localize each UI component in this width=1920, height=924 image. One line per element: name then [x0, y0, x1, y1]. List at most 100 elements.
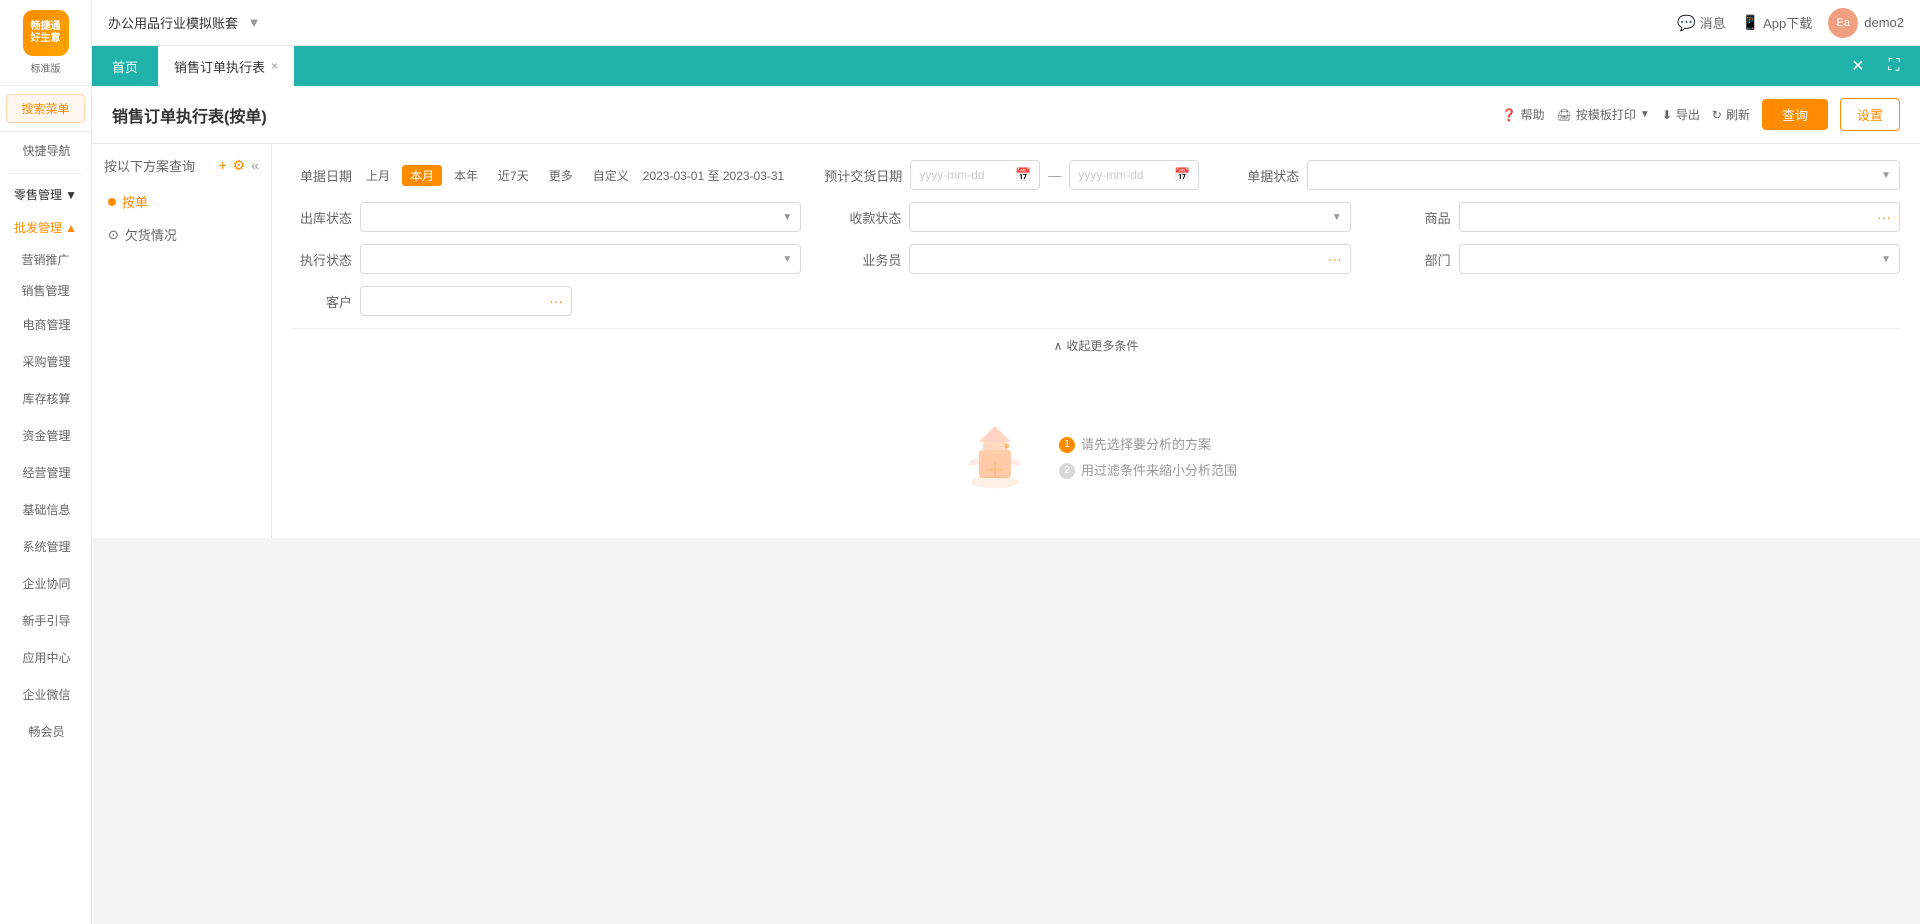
print-button[interactable]: 🖨 按模板打印 ▼ [1557, 106, 1650, 123]
page-actions: ❓ 帮助 🖨 按模板打印 ▼ ⬇ 导出 ↻ 刷新 查询 设置 [1502, 98, 1900, 131]
left-panel-title: 按以下方案查询 [104, 156, 195, 175]
logo-icon-text: 畅捷通好生意 [31, 21, 61, 45]
order-status-select[interactable]: ▼ [1307, 160, 1900, 190]
department-select[interactable]: ▼ [1459, 244, 1900, 274]
sidebar-item-marketing[interactable]: 营销推广 [0, 244, 91, 275]
customer-label: 客户 [292, 292, 352, 311]
refresh-button[interactable]: ↻ 刷新 [1712, 106, 1750, 123]
export-icon: ⬇ [1662, 108, 1672, 122]
sidebar-item-vip[interactable]: 畅会员 [0, 713, 91, 750]
query-button[interactable]: 查询 [1762, 99, 1828, 130]
sidebar-item-ecommerce[interactable]: 电商管理 [0, 306, 91, 343]
filter-row-3: 执行状态 ▼ 业务员 ··· [292, 244, 1900, 274]
empty-step-1: 1 请先选择要分析的方案 [1059, 432, 1237, 458]
execution-status-select[interactable]: ▼ [360, 244, 801, 274]
user-menu[interactable]: Ea demo2 [1828, 8, 1904, 38]
chevron-down-icon-dept: ▼ [1881, 254, 1891, 265]
date-tab-more[interactable]: 更多 [541, 165, 581, 186]
sidebar-item-newbie[interactable]: 新手引导 [0, 602, 91, 639]
sidebar-item-enterprise[interactable]: 企业协同 [0, 565, 91, 602]
download-icon: 📱 [1742, 14, 1759, 31]
filter-delivery-status: 出库状态 ▼ [292, 202, 801, 232]
scheme-active-dot [108, 198, 116, 206]
expected-date-label: 预计交货日期 [824, 166, 902, 185]
settings-scheme-icon[interactable]: ⚙ [233, 157, 246, 174]
filter-department: 部门 ▼ [1391, 244, 1900, 274]
goods-select[interactable]: ··· [1459, 202, 1900, 232]
date-tab-current-month[interactable]: 本月 [402, 165, 442, 186]
right-content: 单据日期 上月 本月 本年 近7天 更多 自定义 2023-03-01 [272, 144, 1920, 538]
date-tab-current-year[interactable]: 本年 [446, 165, 486, 186]
tab-bar-actions: ✕ ⛶ [1844, 52, 1920, 80]
more-icon-customer[interactable]: ··· [549, 293, 563, 309]
collapse-panel-icon[interactable]: « [251, 157, 259, 174]
search-menu-button[interactable]: 搜索菜单 [6, 94, 85, 123]
add-scheme-icon[interactable]: + [218, 157, 226, 174]
filter-salesperson: 业务员 ··· [841, 244, 1350, 274]
chevron-down-icon-delivery: ▼ [782, 212, 792, 223]
date-tab-custom[interactable]: 自定义 [585, 165, 637, 186]
chevron-down-icon: ▼ [65, 188, 77, 202]
scheme-item-按单[interactable]: 按单 [92, 185, 271, 218]
sidebar-item-appstore[interactable]: 应用中心 [0, 639, 91, 676]
salesperson-label: 业务员 [841, 250, 901, 269]
empty-state-area: 1 请先选择要分析的方案 2 用过滤条件来缩小分析范围 [272, 378, 1920, 538]
tab-maximize-button[interactable]: ⛶ [1880, 52, 1908, 80]
delivery-status-label: 出库状态 [292, 208, 352, 227]
tab-close-button[interactable]: × [271, 59, 278, 73]
sidebar-group-zero-retail: 零售管理 ▼ [0, 178, 91, 211]
date-tab-last-month[interactable]: 上月 [358, 165, 398, 186]
help-button[interactable]: ❓ 帮助 [1502, 106, 1545, 123]
sidebar-item-wechat[interactable]: 企业微信 [0, 676, 91, 713]
app-download-button[interactable]: 📱 App下载 [1742, 13, 1813, 32]
tab-bar: 首页 销售订单执行表 × ✕ ⛶ [92, 46, 1920, 86]
sidebar-item-purchase[interactable]: 采购管理 [0, 343, 91, 380]
empty-step-2: 2 用过滤条件来缩小分析范围 [1059, 458, 1237, 484]
sidebar-item-wholesale[interactable]: 批发管理 ▲ [0, 211, 91, 244]
expected-date-start-input[interactable]: yyyy-mm-dd 📅 [910, 160, 1040, 190]
calendar-icon-end: 📅 [1174, 167, 1190, 183]
more-icon-goods[interactable]: ··· [1877, 209, 1891, 225]
scheme-item-欠货情况[interactable]: ⊙ 欠货情况 [92, 218, 271, 251]
tab-active[interactable]: 销售订单执行表 × [158, 46, 294, 86]
sidebar-item-operations[interactable]: 经营管理 [0, 454, 91, 491]
page-body: 按以下方案查询 + ⚙ « 按单 ⊙ 欠货情况 [92, 144, 1920, 538]
page-content: 销售订单执行表(按单) ❓ 帮助 🖨 按模板打印 ▼ ⬇ 导出 ↻ 刷新 [92, 86, 1920, 924]
sidebar-item-zero-retail[interactable]: 零售管理 ▼ [0, 178, 91, 211]
empty-text: 1 请先选择要分析的方案 2 用过滤条件来缩小分析范围 [1059, 432, 1237, 484]
date-range-display: 2023-03-01 至 2023-03-31 [643, 167, 784, 184]
logo-icon: 畅捷通好生意 [23, 10, 69, 56]
message-button[interactable]: 💬 消息 [1677, 13, 1726, 32]
customer-select[interactable]: ··· [360, 286, 572, 316]
collapse-bar[interactable]: ∧ 收起更多条件 [292, 328, 1900, 362]
sidebar-item-finance[interactable]: 资金管理 [0, 417, 91, 454]
settings-button[interactable]: 设置 [1840, 98, 1900, 131]
help-icon: ❓ [1502, 108, 1517, 122]
sidebar-item-sales[interactable]: 销售管理 [0, 275, 91, 306]
step-1-num: 1 [1059, 437, 1075, 453]
payment-status-select[interactable]: ▼ [909, 202, 1350, 232]
chevron-up-icon: ▲ [65, 221, 77, 235]
sidebar-item-quick-nav[interactable]: 快捷导航 [0, 132, 91, 169]
export-button[interactable]: ⬇ 导出 [1662, 106, 1700, 123]
collapse-icon: ∧ [1054, 339, 1063, 353]
salesperson-select[interactable]: ··· [909, 244, 1350, 274]
date-tab-last7days[interactable]: 近7天 [490, 165, 537, 186]
tab-home[interactable]: 首页 [92, 46, 158, 86]
filter-date: 单据日期 上月 本月 本年 近7天 更多 自定义 2023-03-01 [292, 165, 784, 186]
main-area: 办公用品行业模拟账套 ▼ 💬 消息 📱 App下载 Ea demo2 首页 [92, 0, 1920, 924]
filter-row-1: 单据日期 上月 本月 本年 近7天 更多 自定义 2023-03-01 [292, 160, 1900, 190]
filter-customer: 客户 ··· [292, 286, 572, 316]
suite-dropdown-icon[interactable]: ▼ [246, 15, 262, 31]
delivery-status-select[interactable]: ▼ [360, 202, 801, 232]
empty-illustration [955, 418, 1035, 498]
chevron-down-icon-execution: ▼ [782, 254, 792, 265]
sidebar-item-system[interactable]: 系统管理 [0, 528, 91, 565]
more-icon-salesperson[interactable]: ··· [1328, 251, 1342, 267]
page-header: 销售订单执行表(按单) ❓ 帮助 🖨 按模板打印 ▼ ⬇ 导出 ↻ 刷新 [92, 86, 1920, 144]
sidebar-item-inventory[interactable]: 库存核算 [0, 380, 91, 417]
expected-date-end-input[interactable]: yyyy-mm-dd 📅 [1069, 160, 1199, 190]
top-header-left: 办公用品行业模拟账套 ▼ [108, 13, 262, 32]
tab-close-window-button[interactable]: ✕ [1844, 52, 1872, 80]
sidebar-item-basic[interactable]: 基础信息 [0, 491, 91, 528]
